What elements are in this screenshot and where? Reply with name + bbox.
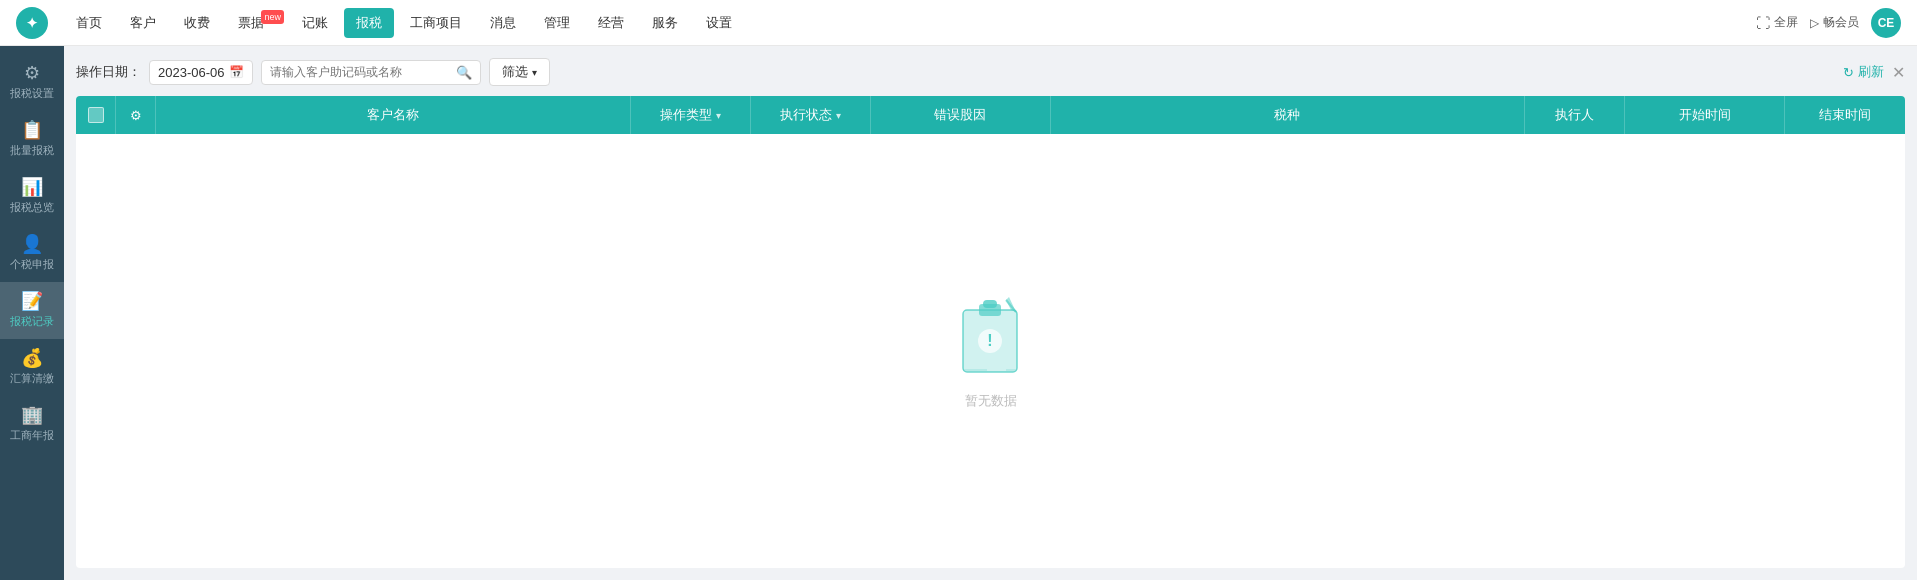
sidebar-label-tax-summary: 报税总览 bbox=[10, 200, 54, 215]
nav-service[interactable]: 服务 bbox=[640, 8, 690, 38]
sidebar: ⚙ 报税设置 📋 批量报税 📊 报税总览 👤 个税申报 📝 报税记录 💰 汇算清… bbox=[0, 46, 64, 580]
top-nav-right: ⛶ 全屏 ▷ 畅会员 CE bbox=[1756, 8, 1901, 38]
search-input-wrap[interactable]: 🔍 bbox=[261, 60, 481, 85]
sidebar-label-personal-tax: 个税申报 bbox=[10, 257, 54, 272]
table-wrapper: ⚙ 客户名称 操作类型 ▾ 执行状态 ▾ 错误股因 税种 bbox=[76, 96, 1905, 568]
date-value: 2023-06-06 bbox=[158, 65, 225, 80]
th-operation-type[interactable]: 操作类型 ▾ bbox=[631, 96, 751, 134]
th-checkbox[interactable] bbox=[76, 96, 116, 134]
sort-icon-operation-type: ▾ bbox=[716, 110, 721, 121]
sidebar-label-tax-record: 报税记录 bbox=[10, 314, 54, 329]
table-body: ! 暂无数据 bbox=[76, 134, 1905, 568]
date-picker[interactable]: 2023-06-06 📅 bbox=[149, 60, 253, 85]
fullscreen-icon: ⛶ bbox=[1756, 15, 1770, 31]
app-logo[interactable]: ✦ bbox=[16, 7, 48, 39]
sidebar-item-tax-settings[interactable]: ⚙ 报税设置 bbox=[0, 54, 64, 111]
th-customer-name: 客户名称 bbox=[156, 96, 631, 134]
sidebar-label-settlement: 汇算清缴 bbox=[10, 371, 54, 386]
nav-operation[interactable]: 经营 bbox=[586, 8, 636, 38]
th-tax-type: 税种 bbox=[1051, 96, 1526, 134]
filter-label: 筛选 bbox=[502, 63, 528, 81]
avatar[interactable]: CE bbox=[1871, 8, 1901, 38]
nav-tax[interactable]: 报税 bbox=[344, 8, 394, 38]
chevron-down-icon: ▾ bbox=[532, 67, 537, 78]
refresh-label: 刷新 bbox=[1858, 63, 1884, 81]
svg-text:!: ! bbox=[987, 332, 992, 349]
close-button[interactable]: ✕ bbox=[1892, 63, 1905, 82]
sidebar-label-tax-settings: 报税设置 bbox=[10, 86, 54, 101]
sidebar-item-tax-summary[interactable]: 📊 报税总览 bbox=[0, 168, 64, 225]
th-executor: 执行人 bbox=[1525, 96, 1625, 134]
nav-customer[interactable]: 客户 bbox=[118, 8, 168, 38]
main-layout: ⚙ 报税设置 📋 批量报税 📊 报税总览 👤 个税申报 📝 报税记录 💰 汇算清… bbox=[0, 46, 1917, 580]
nav-business[interactable]: 工商项目 bbox=[398, 8, 474, 38]
toolbar: 操作日期： 2023-06-06 📅 🔍 筛选 ▾ ↻ 刷新 ✕ bbox=[76, 58, 1905, 86]
empty-state: ! 暂无数据 bbox=[921, 262, 1061, 440]
sidebar-item-settlement[interactable]: 💰 汇算清缴 bbox=[0, 339, 64, 396]
toolbar-right: ↻ 刷新 ✕ bbox=[1843, 63, 1905, 82]
svg-text:✦: ✦ bbox=[26, 15, 38, 31]
nav-account[interactable]: 记账 bbox=[290, 8, 340, 38]
th-error-reason: 错误股因 bbox=[871, 96, 1051, 134]
settings-icon: ⚙ bbox=[130, 108, 142, 123]
tax-record-icon: 📝 bbox=[21, 292, 43, 310]
empty-text: 暂无数据 bbox=[965, 392, 1017, 410]
nav-billing[interactable]: 收费 bbox=[172, 8, 222, 38]
refresh-button[interactable]: ↻ 刷新 bbox=[1843, 63, 1884, 81]
nav-message[interactable]: 消息 bbox=[478, 8, 528, 38]
svg-rect-5 bbox=[983, 300, 997, 308]
th-end-time: 结束时间 bbox=[1785, 96, 1905, 134]
tax-settings-icon: ⚙ bbox=[24, 64, 40, 82]
sort-icon-exec-status: ▾ bbox=[836, 110, 841, 121]
nav-settings[interactable]: 设置 bbox=[694, 8, 744, 38]
member-label: 畅会员 bbox=[1823, 14, 1859, 31]
nav-items: 首页 客户 收费 票据 new 记账 报税 工商项目 消息 管理 经营 服务 设… bbox=[64, 8, 1756, 38]
nav-invoice[interactable]: 票据 new bbox=[226, 8, 286, 38]
sidebar-item-personal-tax[interactable]: 👤 个税申报 bbox=[0, 225, 64, 282]
select-all-checkbox[interactable] bbox=[88, 107, 104, 123]
annual-report-icon: 🏢 bbox=[21, 406, 43, 424]
play-icon: ▷ bbox=[1810, 16, 1819, 30]
batch-tax-icon: 📋 bbox=[21, 121, 43, 139]
nav-home[interactable]: 首页 bbox=[64, 8, 114, 38]
empty-illustration: ! bbox=[951, 292, 1031, 382]
sidebar-item-tax-record[interactable]: 📝 报税记录 bbox=[0, 282, 64, 339]
member-button[interactable]: ▷ 畅会员 bbox=[1810, 14, 1859, 31]
new-badge: new bbox=[261, 10, 284, 24]
sidebar-item-annual-report[interactable]: 🏢 工商年报 bbox=[0, 396, 64, 453]
sidebar-label-annual-report: 工商年报 bbox=[10, 428, 54, 443]
date-label: 操作日期： bbox=[76, 63, 141, 81]
sidebar-item-batch-tax[interactable]: 📋 批量报税 bbox=[0, 111, 64, 168]
nav-manage[interactable]: 管理 bbox=[532, 8, 582, 38]
th-start-time: 开始时间 bbox=[1625, 96, 1785, 134]
tax-summary-icon: 📊 bbox=[21, 178, 43, 196]
content-area: 操作日期： 2023-06-06 📅 🔍 筛选 ▾ ↻ 刷新 ✕ bbox=[64, 46, 1917, 580]
search-input[interactable] bbox=[270, 65, 452, 79]
fullscreen-label: 全屏 bbox=[1774, 14, 1798, 31]
calendar-icon: 📅 bbox=[229, 65, 244, 79]
th-settings[interactable]: ⚙ bbox=[116, 96, 156, 134]
filter-button[interactable]: 筛选 ▾ bbox=[489, 58, 550, 86]
settlement-icon: 💰 bbox=[21, 349, 43, 367]
th-exec-status[interactable]: 执行状态 ▾ bbox=[751, 96, 871, 134]
top-navigation: ✦ 首页 客户 收费 票据 new 记账 报税 工商项目 消息 管理 经营 服务… bbox=[0, 0, 1917, 46]
search-icon[interactable]: 🔍 bbox=[456, 65, 472, 80]
personal-tax-icon: 👤 bbox=[21, 235, 43, 253]
refresh-icon: ↻ bbox=[1843, 65, 1854, 80]
table-header: ⚙ 客户名称 操作类型 ▾ 执行状态 ▾ 错误股因 税种 bbox=[76, 96, 1905, 134]
sidebar-label-batch-tax: 批量报税 bbox=[10, 143, 54, 158]
fullscreen-button[interactable]: ⛶ 全屏 bbox=[1756, 14, 1798, 31]
